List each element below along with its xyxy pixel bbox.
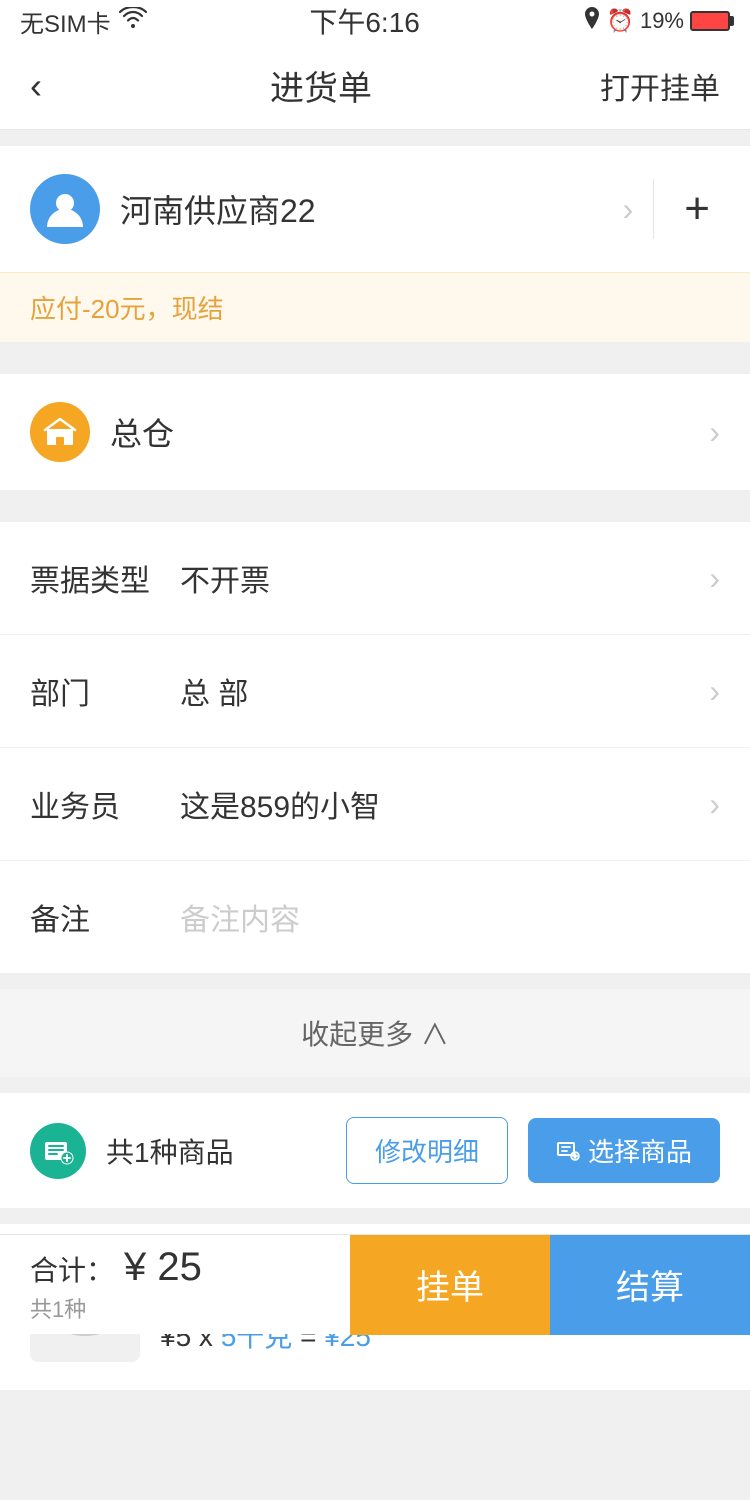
products-header: 共1种商品 修改明细 选择商品 [0,1093,750,1208]
add-supplier-button[interactable]: + [674,184,720,234]
carrier-label: 无SIM卡 [20,4,111,39]
supplier-section: 河南供应商22 › + 应付-20元，现结 [0,146,750,342]
status-left: 无SIM卡 [20,4,147,39]
collapse-button[interactable]: 收起更多 ∧ [0,989,750,1077]
total-label: 合计： ¥ 25 [30,1245,320,1290]
select-product-label: 选择商品 [588,1132,692,1169]
department-value: 总 部 [180,669,699,713]
warehouse-icon [30,402,90,462]
warehouse-row[interactable]: 总仓 › [0,374,750,490]
battery-percent: 19% [640,8,684,34]
warehouse-name: 总仓 [110,409,699,455]
products-count: 共1种商品 [106,1131,326,1171]
alarm-icon: ⏰ [607,8,634,34]
supplier-chevron-icon: › [623,191,634,228]
edit-detail-button[interactable]: 修改明细 [346,1117,508,1184]
salesperson-row[interactable]: 业务员 这是859的小智 › [0,748,750,861]
supplier-name: 河南供应商22 [120,186,613,232]
salesperson-chevron-icon: › [709,786,720,823]
nav-bar: ‹ 进货单 打开挂单 [0,42,750,130]
bottom-bar: 合计： ¥ 25 共1种 挂单 结算 [0,1234,750,1334]
warehouse-section: 总仓 › [0,374,750,490]
invoice-type-row[interactable]: 票据类型 不开票 › [0,522,750,635]
notice-bar: 应付-20元，现结 [0,272,750,342]
salesperson-value: 这是859的小智 [180,782,699,826]
department-chevron-icon: › [709,673,720,710]
checkout-button[interactable]: 结算 [550,1235,750,1335]
status-right: ⏰ 19% [583,7,730,35]
supplier-row[interactable]: 河南供应商22 › + [0,146,750,272]
form-section: 票据类型 不开票 › 部门 总 部 › 业务员 这是859的小智 › 备注 备注… [0,522,750,973]
total-sub: 共1种 [30,1292,320,1324]
location-icon [583,7,601,35]
salesperson-label: 业务员 [30,782,150,826]
status-bar: 无SIM卡 下午6:16 ⏰ 19% [0,0,750,42]
time-label: 下午6:16 [309,1,420,41]
back-button[interactable]: ‹ [30,65,42,107]
select-product-button[interactable]: 选择商品 [528,1118,720,1183]
remark-row[interactable]: 备注 备注内容 [0,861,750,973]
invoice-type-label: 票据类型 [30,556,150,600]
battery-icon [690,11,730,31]
warehouse-chevron-icon: › [709,414,720,451]
total-section: 合计： ¥ 25 共1种 [0,1245,350,1324]
remark-label: 备注 [30,895,150,939]
total-amount: ¥ 25 [124,1245,202,1290]
supplier-avatar [30,174,100,244]
invoice-type-value: 不开票 [180,556,699,600]
wifi-icon [119,7,147,36]
department-label: 部门 [30,669,150,713]
supplier-divider [653,179,654,239]
page-title: 进货单 [270,61,372,110]
products-section: 共1种商品 修改明细 选择商品 [0,1093,750,1208]
invoice-type-chevron-icon: › [709,560,720,597]
open-hold-button[interactable]: 打开挂单 [600,64,720,108]
department-row[interactable]: 部门 总 部 › [0,635,750,748]
remark-value[interactable]: 备注内容 [180,895,720,939]
hold-button[interactable]: 挂单 [350,1235,550,1335]
products-icon [30,1123,86,1179]
